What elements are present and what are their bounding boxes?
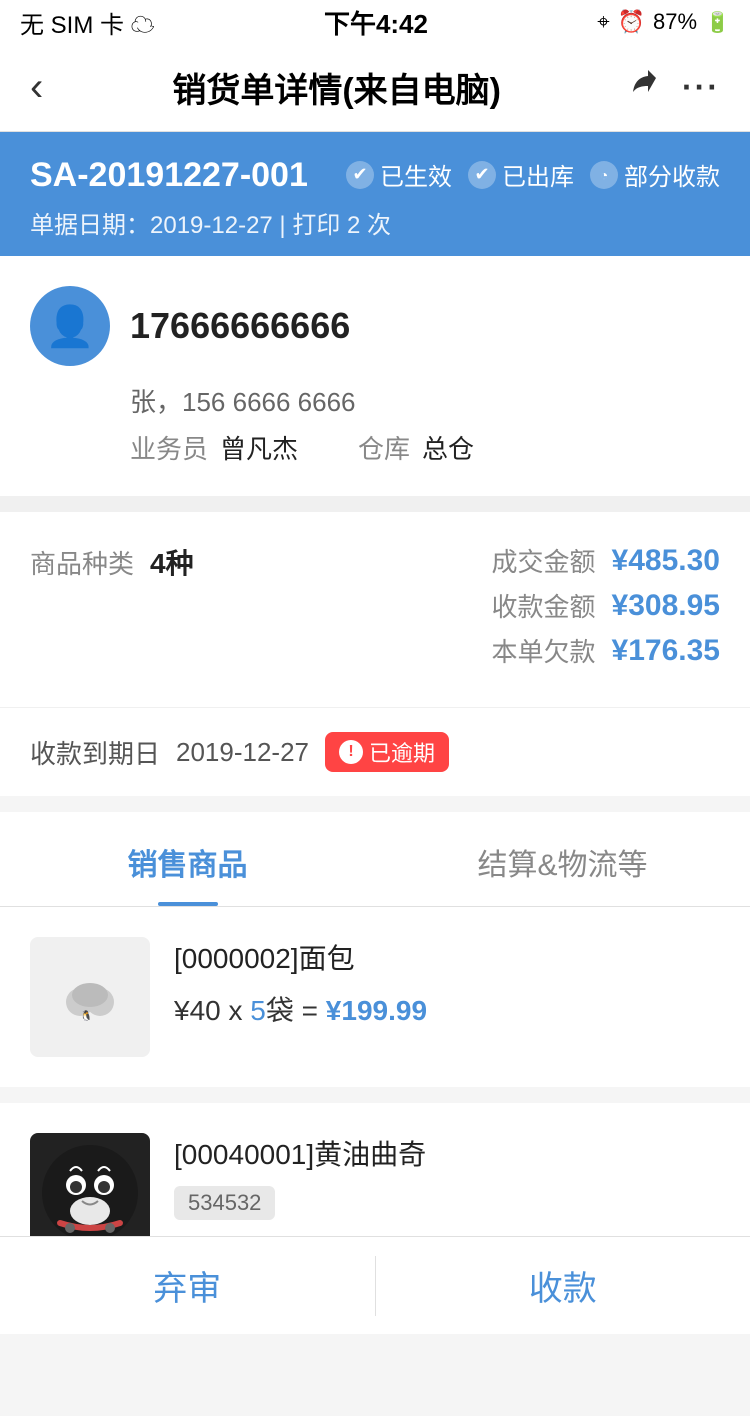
tabs-row: 销售商品 结算&物流等 [0, 812, 750, 906]
nav-title: 销货单详情(来自电脑) [172, 63, 501, 112]
product-types-label: 商品种类 [30, 544, 134, 581]
owed-amount-value: ¥176.35 [612, 634, 720, 668]
due-date-section: 收款到期日 2019-12-27 ! 已逾期 [0, 707, 750, 796]
due-date-label: 收款到期日 [30, 734, 160, 771]
product-price-bread: ¥40 x 5袋 = ¥199.99 [174, 989, 720, 1029]
deal-amount-label: 成交金额 [492, 542, 596, 579]
svg-text:🐧: 🐧 [80, 1009, 92, 1022]
received-amount-value: ¥308.95 [612, 589, 720, 623]
tab-settlement-label: 结算&物流等 [477, 849, 647, 882]
header-banner: SA-20191227-001 ✔ 已生效 ✔ 已出库 ◔ 部分收款 单据日期：… [0, 132, 750, 256]
product-tag-cookie: 534532 [174, 1186, 275, 1220]
owed-amount-label: 本单欠款 [492, 632, 596, 669]
battery-icon: 🔋 [705, 10, 730, 35]
customer-section: 👤 17666666666 张，156 6666 6666 业务员 曾凡杰 仓库… [0, 256, 750, 496]
overdue-icon: ! [339, 740, 363, 764]
customer-meta: 业务员 曾凡杰 仓库 总仓 [30, 429, 720, 466]
status-left: 无 SIM 卡 ☁ [20, 5, 155, 40]
order-id: SA-20191227-001 [30, 156, 308, 195]
salesperson-label: 业务员 [130, 429, 208, 466]
tab-settlement[interactable]: 结算&物流等 [375, 812, 750, 906]
tab-underline [158, 902, 218, 906]
warehouse-value: 总仓 [422, 429, 474, 466]
nav-right: ··· [630, 68, 720, 107]
summary-right: 成交金额 ¥485.30 收款金额 ¥308.95 本单欠款 ¥176.35 [375, 542, 720, 677]
collect-button[interactable]: 收款 [376, 1237, 750, 1334]
alarm-icon: ⏰ [618, 9, 645, 35]
salesperson-info: 业务员 曾凡杰 [130, 429, 298, 466]
nav-bar: ‹ 销货单详情(来自电脑) ··· [0, 44, 750, 132]
tab-sales-products[interactable]: 销售商品 [0, 812, 375, 906]
doc-date: 单据日期：2019-12-27 | 打印 2 次 [30, 205, 720, 240]
effective-label: 已生效 [380, 157, 452, 192]
divider-1 [0, 496, 750, 512]
overdue-badge: ! 已逾期 [325, 732, 449, 772]
shipped-label: 已出库 [502, 157, 574, 192]
product-image-bread: 🐧 [30, 937, 150, 1057]
product-name-bread: [0000002]面包 [174, 937, 720, 977]
due-date-value: 2019-12-27 [176, 737, 309, 768]
received-amount-row: 收款金额 ¥308.95 [375, 587, 720, 624]
product-types-row: 商品种类 4种 [30, 542, 375, 582]
status-bar: 无 SIM 卡 ☁ 下午4:42 ⌖ ⏰ 87% 🔋 [0, 0, 750, 44]
status-time: 下午4:42 [324, 4, 428, 41]
product-info-bread: [0000002]面包 ¥40 x 5袋 = ¥199.99 [174, 937, 720, 1029]
location-icon: ⌖ [597, 9, 609, 35]
back-button[interactable]: ‹ [30, 65, 43, 110]
nav-left: ‹ [30, 65, 43, 110]
status-right: ⌖ ⏰ 87% 🔋 [597, 9, 730, 35]
deal-amount-value: ¥485.30 [612, 544, 720, 578]
partial-icon: ◔ [590, 161, 618, 189]
overdue-text: 已逾期 [369, 736, 435, 768]
shipped-icon: ✔ [468, 161, 496, 189]
effective-icon: ✔ [346, 161, 374, 189]
more-button[interactable]: ··· [682, 69, 720, 106]
warehouse-label: 仓库 [358, 429, 410, 466]
salesperson-value: 曾凡杰 [220, 429, 298, 466]
received-amount-label: 收款金额 [492, 587, 596, 624]
avatar: 👤 [30, 286, 110, 366]
product-name-cookie: [00040001]黄油曲奇 [174, 1133, 720, 1173]
product-types-value: 4种 [150, 542, 194, 582]
bottom-toolbar: 弃审 收款 [0, 1236, 750, 1334]
share-button[interactable] [630, 68, 662, 107]
badge-partial: ◔ 部分收款 [590, 157, 720, 192]
status-badges: ✔ 已生效 ✔ 已出库 ◔ 部分收款 [346, 157, 720, 192]
warehouse-info: 仓库 总仓 [358, 429, 474, 466]
avatar-icon: 👤 [45, 303, 95, 350]
product-image-cookie [30, 1133, 150, 1253]
partial-label: 部分收款 [624, 157, 720, 192]
customer-name: 17666666666 [130, 305, 350, 347]
badge-shipped: ✔ 已出库 [468, 157, 574, 192]
summary-section: 商品种类 4种 成交金额 ¥485.30 收款金额 ¥308.95 本单欠款 ¥… [0, 512, 750, 707]
owed-amount-row: 本单欠款 ¥176.35 [375, 632, 720, 669]
summary-left: 商品种类 4种 [30, 542, 375, 582]
deal-amount-row: 成交金额 ¥485.30 [375, 542, 720, 579]
tabs-section: 销售商品 结算&物流等 [0, 812, 750, 907]
customer-row: 👤 17666666666 [30, 286, 720, 366]
badge-effective: ✔ 已生效 [346, 157, 452, 192]
product-item: 🐧 [0000002]面包 ¥40 x 5袋 = ¥199.99 [0, 907, 750, 1087]
reject-button[interactable]: 弃审 [0, 1237, 375, 1334]
customer-contact: 张，156 6666 6666 [30, 382, 720, 419]
battery-status: 87% [653, 9, 697, 35]
sim-status: 无 SIM 卡 ☁ [20, 5, 155, 40]
tab-sales-label: 销售商品 [128, 849, 248, 882]
